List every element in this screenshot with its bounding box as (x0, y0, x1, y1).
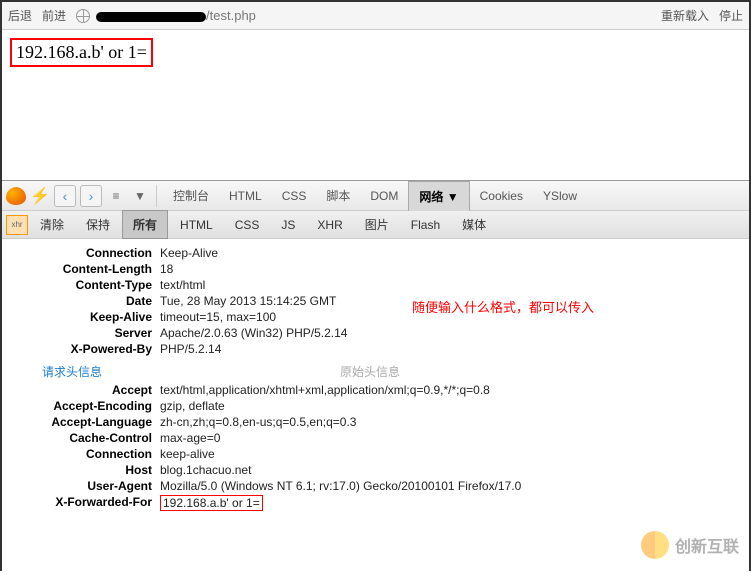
tab-net[interactable]: 网络 ▼ (408, 181, 469, 211)
table-row: Content-Length18 (2, 261, 749, 277)
forward-button[interactable]: 前进 (42, 7, 66, 24)
table-row: X-Powered-ByPHP/5.2.14 (2, 341, 749, 357)
annotation-text: 随便输入什么格式，都可以传入 (412, 297, 594, 316)
watermark-logo-icon (641, 531, 669, 559)
page-content: 192.168.a.b' or 1= (2, 30, 749, 180)
url-text: /test.php (96, 8, 256, 23)
obscured-domain (96, 12, 206, 22)
back-button[interactable]: 后退 (8, 7, 32, 24)
table-row: Accept-Languagezh-cn,zh;q=0.8,en-us;q=0.… (2, 414, 749, 430)
xhr-badge-icon[interactable]: xhr (6, 215, 28, 235)
injection-display: 192.168.a.b' or 1= (10, 38, 153, 67)
headers-pane: ConnectionKeep-Alive Content-Length18 Co… (2, 239, 749, 574)
tab-cookies[interactable]: Cookies (470, 183, 533, 209)
subtab-images[interactable]: 图片 (355, 211, 399, 238)
subtab-js[interactable]: JS (271, 213, 305, 237)
table-row: Accept-Encodinggzip, deflate (2, 398, 749, 414)
table-row: ServerApache/2.0.63 (Win32) PHP/5.2.14 (2, 325, 749, 341)
subtab-html[interactable]: HTML (170, 213, 223, 237)
table-row: Accepttext/html,application/xhtml+xml,ap… (2, 382, 749, 398)
subtab-all[interactable]: 所有 (122, 210, 168, 239)
table-row: Hostblog.1chacuo.net (2, 462, 749, 478)
menu-icon[interactable]: ≡ (106, 186, 126, 206)
watermark: 创新互联 (641, 531, 739, 559)
table-row: Keep-Alivetimeout=15, max=100 (2, 309, 749, 325)
reload-button[interactable]: 重新载入 (661, 7, 709, 24)
subtab-media[interactable]: 媒体 (452, 211, 496, 238)
subtab-flash[interactable]: Flash (401, 213, 450, 237)
section-header: 请求头信息 原始头信息 (2, 357, 749, 382)
table-row: DateTue, 28 May 2013 15:14:25 GMT (2, 293, 749, 309)
tab-css[interactable]: CSS (272, 183, 317, 209)
divider (156, 185, 157, 207)
request-headers-tab[interactable]: 请求头信息 (2, 363, 160, 380)
url-bar[interactable]: /test.php (76, 8, 651, 23)
subtab-persist[interactable]: 保持 (76, 211, 120, 238)
tab-yslow[interactable]: YSlow (533, 183, 587, 209)
tab-html[interactable]: HTML (219, 183, 272, 209)
tab-script[interactable]: 脚本 (316, 181, 360, 210)
stop-button[interactable]: 停止 (719, 7, 743, 24)
raw-headers-tab[interactable]: 原始头信息 (160, 363, 749, 380)
devtools-main-toolbar: ⚡ ‹ › ≡ ▼ 控制台 HTML CSS 脚本 DOM 网络 ▼ Cooki… (2, 181, 749, 211)
table-row: Content-Typetext/html (2, 277, 749, 293)
firebug-icon[interactable] (6, 186, 26, 206)
table-row: Cache-Controlmax-age=0 (2, 430, 749, 446)
table-row: X-Forwarded-For192.168.a.b' or 1= (2, 494, 749, 512)
dropdown-icon[interactable]: ▼ (130, 186, 150, 206)
devtools-panel: ⚡ ‹ › ≡ ▼ 控制台 HTML CSS 脚本 DOM 网络 ▼ Cooki… (2, 180, 749, 574)
x-forwarded-for-highlight: 192.168.a.b' or 1= (160, 495, 263, 511)
history-back-button[interactable]: ‹ (54, 185, 76, 207)
watermark-text: 创新互联 (675, 533, 739, 557)
globe-icon (76, 9, 90, 23)
history-forward-button[interactable]: › (80, 185, 102, 207)
table-row: User-AgentMozilla/5.0 (Windows NT 6.1; r… (2, 478, 749, 494)
tab-console[interactable]: 控制台 (163, 181, 219, 210)
subtab-css[interactable]: CSS (225, 213, 270, 237)
table-row: Connectionkeep-alive (2, 446, 749, 462)
subtab-clear[interactable]: 清除 (30, 211, 74, 238)
table-row: ConnectionKeep-Alive (2, 245, 749, 261)
tab-dom[interactable]: DOM (360, 183, 408, 209)
inspect-icon[interactable]: ⚡ (30, 186, 50, 206)
subtab-xhr[interactable]: XHR (307, 213, 352, 237)
devtools-sub-toolbar: xhr 清除 保持 所有 HTML CSS JS XHR 图片 Flash 媒体 (2, 211, 749, 239)
